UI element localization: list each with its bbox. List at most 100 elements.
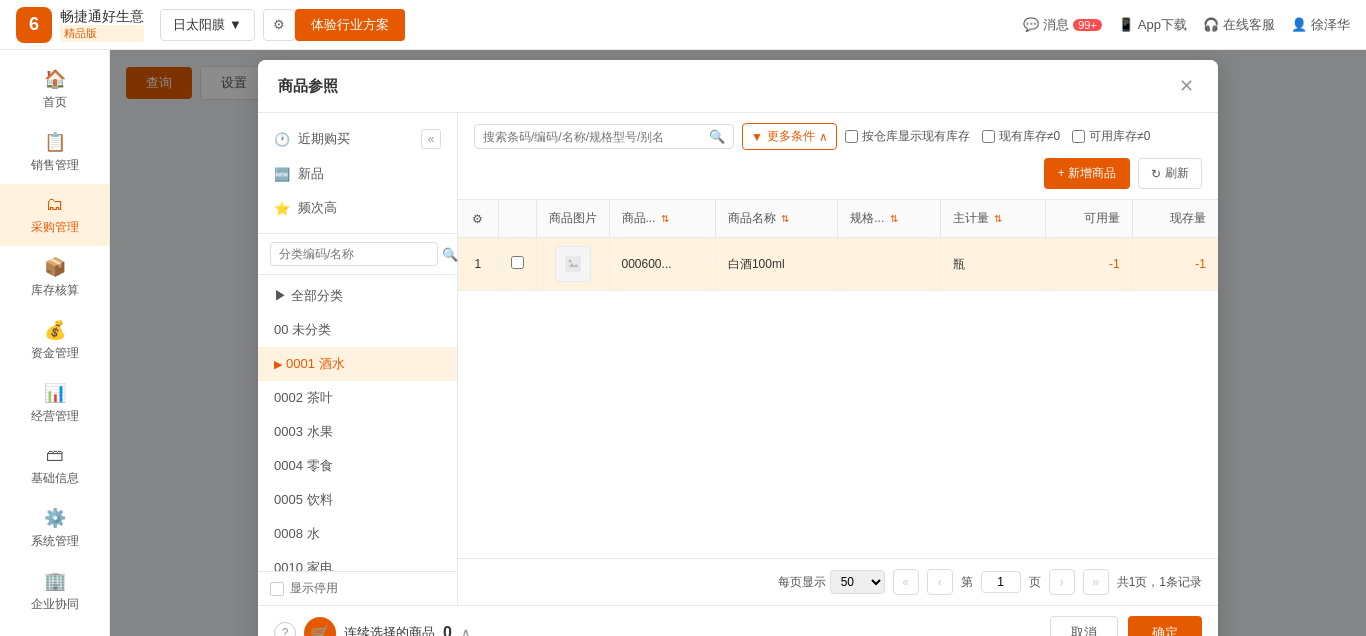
product-search-input[interactable] [483,130,705,144]
th-spec[interactable]: 规格... ⇅ [838,200,941,238]
product-table-wrapper: ⚙ 商品图片 商品... ⇅ 商品名称 [458,200,1218,558]
cart-area: ? 🛒 连续选择的商品 0 ∧ [274,617,1038,636]
messages-btn[interactable]: 💬 消息 99+ [1023,16,1102,34]
sidebar-label-system: 系统管理 [31,533,79,550]
td-available: -1 [1046,238,1132,291]
sidebar-item-inventory[interactable]: 📦 库存核算 [0,246,109,309]
th-available[interactable]: 可用量 [1046,200,1132,238]
cat-item-00[interactable]: 00 未分类 [258,313,457,347]
cancel-button[interactable]: 取消 [1050,616,1118,636]
th-settings[interactable]: ⚙ [458,200,498,238]
online-service-btn[interactable]: 🎧 在线客服 [1203,16,1275,34]
category-search-input[interactable] [270,242,438,266]
refresh-label: 刷新 [1165,165,1189,182]
cat-item-0001[interactable]: ▶ 0001 酒水 [258,347,457,381]
sidebar-item-sales[interactable]: 📋 销售管理 [0,121,109,184]
tab-frequent[interactable]: ⭐ 频次高 [258,191,457,225]
th-stock[interactable]: 现存量 [1132,200,1218,238]
filter-warehouse-check[interactable]: 按仓库显示现有库存 [845,128,970,145]
cat-00-label: 00 未分类 [274,321,331,339]
cat-0003-label: 0003 水果 [274,423,333,441]
th-unit[interactable]: 主计量 ⇅ [940,200,1045,238]
add-product-button[interactable]: + 新增商品 [1044,158,1130,189]
sidebar-label-operations: 经营管理 [31,408,79,425]
collapse-cart-btn[interactable]: ∧ [460,624,472,637]
sort-icon-code: ⇅ [661,213,669,224]
per-page-dropdown[interactable]: 50 100 200 [830,570,885,594]
user-avatar[interactable]: 👤 徐泽华 [1291,16,1350,34]
category-search-icon[interactable]: 🔍 [442,247,458,262]
th-name[interactable]: 商品名称 ⇅ [715,200,837,238]
sidebar-item-operations[interactable]: 📊 经营管理 [0,372,109,435]
disabled-checkbox[interactable] [270,582,284,596]
sidebar-label-home: 首页 [43,94,67,111]
sidebar-item-system[interactable]: ⚙️ 系统管理 [0,497,109,560]
system-icon: ⚙️ [44,507,66,529]
company-selector[interactable]: 日太阳膜 ▼ [160,9,255,41]
sidebar-item-guide[interactable]: 📖 新手引导 [0,623,109,636]
category-quick-tabs: 🕐 近期购买 « 🆕 新品 ⭐ 频次高 [258,113,457,234]
warehouse-checkbox[interactable] [845,130,858,143]
filter-nonzero-check[interactable]: 现有库存≠0 [982,128,1060,145]
experience-btn[interactable]: 体验行业方案 [295,9,405,41]
th-code[interactable]: 商品... ⇅ [609,200,715,238]
cat-item-0010[interactable]: 0010 家电 [258,551,457,571]
sort-icon-unit: ⇅ [994,213,1002,224]
filter-more-btn[interactable]: ▼ 更多条件 ∧ [742,123,837,150]
cat-item-0003[interactable]: 0003 水果 [258,415,457,449]
sidebar-item-enterprise[interactable]: 🏢 企业协同 [0,560,109,623]
confirm-button[interactable]: 确定 [1128,616,1202,636]
tab-frequent-label: 频次高 [298,199,337,217]
filter-nonzero-label: 现有库存≠0 [999,128,1060,145]
avatar-icon: 👤 [1291,17,1307,32]
cat-item-0008[interactable]: 0008 水 [258,517,457,551]
sidebar-item-purchase[interactable]: 🗂 采购管理 [0,184,109,246]
td-check[interactable] [498,238,536,291]
modal-header: 商品参照 ✕ [258,60,1218,113]
categories-panel: 🕐 近期购买 « 🆕 新品 ⭐ 频次高 [258,113,458,605]
collapse-btn[interactable]: « [421,129,441,149]
page-last-btn[interactable]: » [1083,569,1109,595]
app-download-label: App下载 [1138,16,1187,34]
page-first-btn[interactable]: « [893,569,919,595]
search-icon[interactable]: 🔍 [709,129,725,144]
per-page-label: 每页显示 [778,574,826,591]
available-checkbox[interactable] [1072,130,1085,143]
phone-icon: 📱 [1118,17,1134,32]
clock-icon: 🕐 [274,132,290,147]
filter-available-check[interactable]: 可用库存≠0 [1072,128,1150,145]
table-row[interactable]: 1 [458,238,1218,291]
cat-0004-label: 0004 零食 [274,457,333,475]
tab-recent-purchase[interactable]: 🕐 近期购买 « [258,121,457,157]
logo-area: 6 畅捷通好生意 精品版 [16,7,144,43]
show-disabled-checkbox[interactable]: 显示停用 [270,580,445,597]
cat-0010-label: 0010 家电 [274,559,333,571]
td-name: 白酒100ml [715,238,837,291]
online-service-label: 在线客服 [1223,16,1275,34]
help-icon[interactable]: ? [274,622,296,636]
app-download-btn[interactable]: 📱 App下载 [1118,16,1187,34]
cat-item-0004[interactable]: 0004 零食 [258,449,457,483]
cat-item-0005[interactable]: 0005 饮料 [258,483,457,517]
cat-item-all[interactable]: ▶ 全部分类 [258,279,457,313]
modal-close-button[interactable]: ✕ [1174,74,1198,98]
top-nav: 6 畅捷通好生意 精品版 日太阳膜 ▼ ⚙ 体验行业方案 💬 消息 99+ 📱 … [0,0,1366,50]
page-prev-btn[interactable]: ‹ [927,569,953,595]
tab-new-products[interactable]: 🆕 新品 [258,157,457,191]
page-word: 第 [961,574,973,591]
sidebar-item-finance[interactable]: 💰 资金管理 [0,309,109,372]
sidebar-item-home[interactable]: 🏠 首页 [0,58,109,121]
cat-item-0002[interactable]: 0002 茶叶 [258,381,457,415]
sidebar-item-basic[interactable]: 🗃 基础信息 [0,435,109,497]
page-next-btn[interactable]: › [1049,569,1075,595]
row-checkbox[interactable] [511,256,524,269]
refresh-product-button[interactable]: ↻ 刷新 [1138,158,1202,189]
cart-icon: 🛒 [304,617,336,636]
chevron-up-icon: ∧ [819,130,828,144]
page-input[interactable] [981,571,1021,593]
right-toolbar: + 新增商品 ↻ 刷新 [1044,158,1202,189]
settings-button[interactable]: ⚙ [263,9,295,41]
filter-warehouse-label: 按仓库显示现有库存 [862,128,970,145]
nonzero-checkbox[interactable] [982,130,995,143]
category-list: ▶ 全部分类 00 未分类 ▶ 0001 酒水 0002 茶叶 [258,275,457,571]
